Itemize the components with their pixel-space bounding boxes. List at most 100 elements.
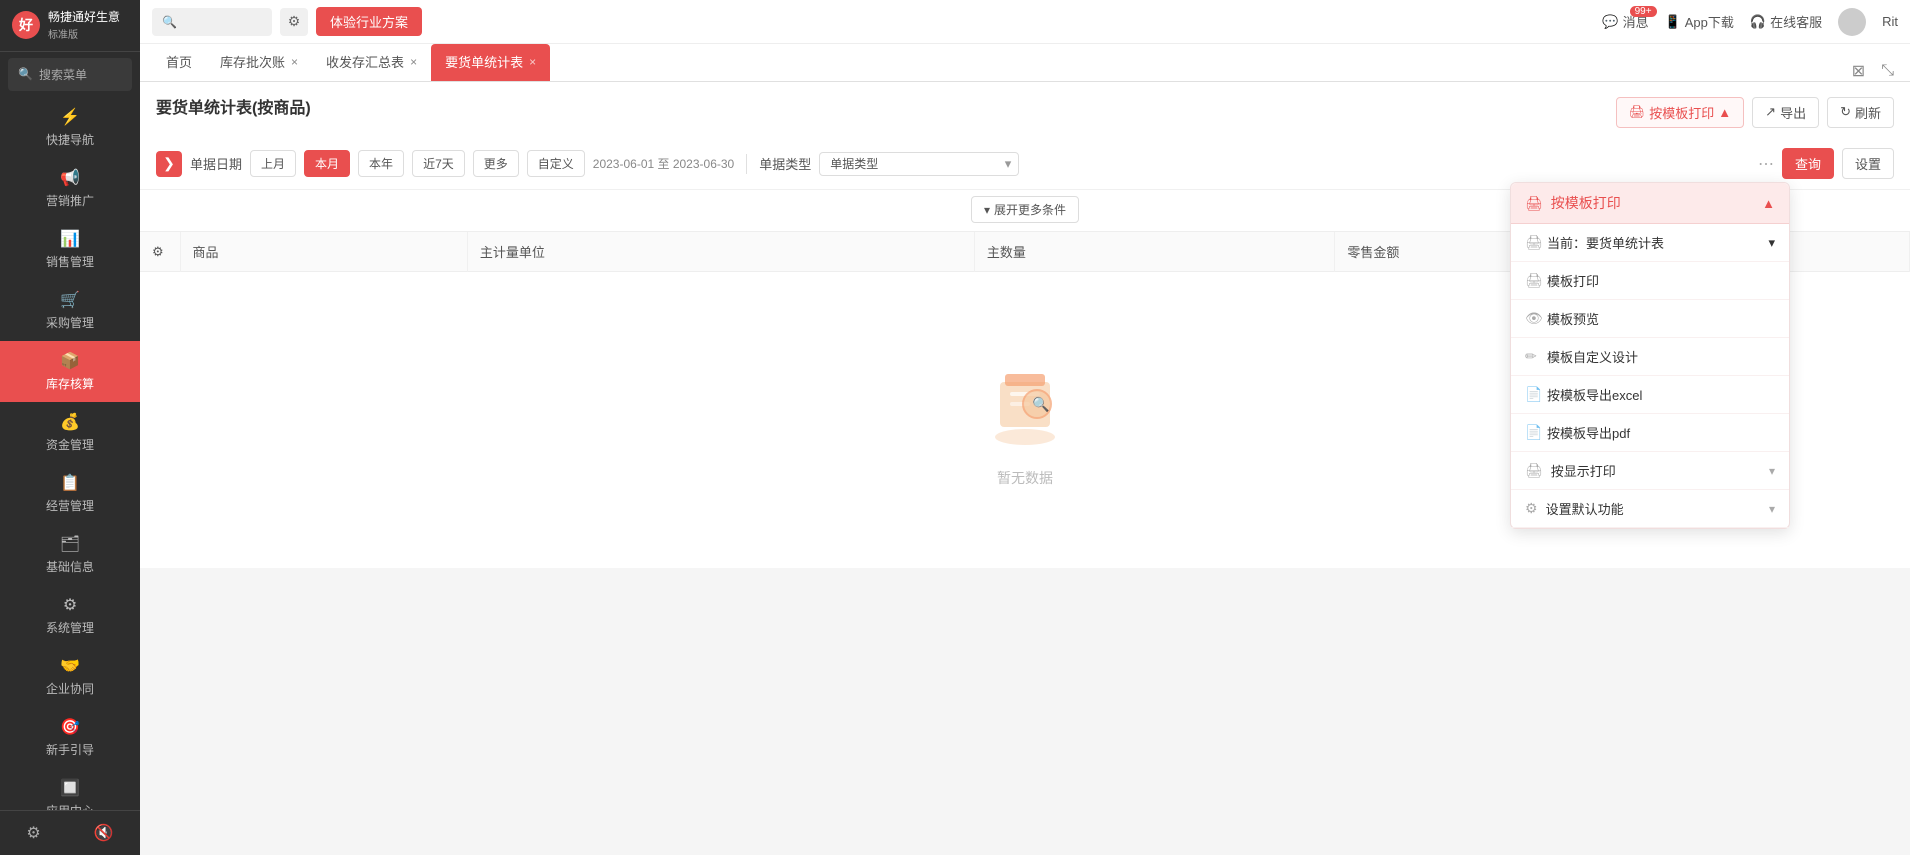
col-unit: 主计量单位 [467,232,974,272]
settings-bottom-icon[interactable]: ⚙ [26,823,40,843]
sidebar-item-label: 基础信息 [46,558,94,575]
display-print-chevron: ▾ [1769,464,1775,478]
refresh-icon: ↻ [1840,104,1851,120]
topbar-search-box[interactable]: 🔍 [152,8,272,36]
app-download-label: App下载 [1685,12,1734,31]
date-btn-more[interactable]: 更多 [473,150,519,177]
expand-label: 展开更多条件 [994,201,1066,218]
sidebar-item-quick-nav[interactable]: ⚡ 快捷导航 [0,97,140,158]
dropdown-up-chevron[interactable]: ▲ [1762,196,1775,211]
tab-restore-btn[interactable]: ⤡ [1877,62,1898,80]
sidebar-item-sales[interactable]: 📊 销售管理 [0,219,140,280]
sidebar-item-label: 营销推广 [46,192,94,209]
tab-order-stats-close[interactable]: × [529,55,536,69]
default-func-chevron: ▾ [1769,502,1775,516]
date-btn-custom[interactable]: 自定义 [527,150,585,177]
sidebar-item-operations[interactable]: 📋 经营管理 [0,463,140,524]
dropdown-controls: ▲ [1762,196,1775,211]
trial-btn[interactable]: 体验行业方案 [316,7,422,36]
date-btn-this-year[interactable]: 本年 [358,150,404,177]
svg-text:🔍: 🔍 [1032,395,1049,413]
dropdown-default-func[interactable]: ⚙ 设置默认功能 ▾ [1511,490,1789,528]
query-btn[interactable]: 查询 [1782,148,1834,179]
dropdown-export-pdf[interactable]: 📄 按模板导出pdf [1511,414,1789,452]
message-icon: 💬 [1602,14,1618,30]
export-icon: ↗ [1765,104,1776,120]
message-badge: 99+ [1630,6,1657,17]
settings-btn[interactable]: 设置 [1842,148,1894,179]
dropdown-header: 🖨 按模板打印 ▲ [1511,183,1789,224]
export-btn[interactable]: ↗ 导出 [1752,97,1819,128]
type-filter-label: 单据类型 [759,154,811,173]
app-download-btn[interactable]: 📱 App下载 [1665,12,1734,31]
sidebar-item-inventory[interactable]: 📦 库存核算 [0,341,140,402]
display-print-label: 按显示打印 [1551,461,1616,480]
print-btn-label: 按模板打印 [1649,103,1714,122]
more-options-icon[interactable]: ⋯ [1758,154,1774,174]
tab-receipt-summary[interactable]: 收发存汇总表 × [312,44,431,81]
expand-conditions-btn[interactable]: ▾ 展开更多条件 [971,196,1079,223]
online-service-label: 在线客服 [1770,12,1822,31]
empty-text: 暂无数据 [997,468,1053,488]
tab-batch-account[interactable]: 库存批次账 × [206,44,312,81]
type-select[interactable]: 单据类型 要货单 [819,152,1019,176]
col-product: 商品 [180,232,467,272]
online-service-btn[interactable]: 🎧 在线客服 [1750,12,1822,31]
date-btn-7days[interactable]: 近7天 [412,150,465,177]
sidebar-item-basic[interactable]: 🗂 基础信息 [0,524,140,585]
export-excel-icon: 📄 [1525,386,1542,403]
tab-batch-account-close[interactable]: × [291,55,298,69]
sales-icon: 📊 [60,229,80,249]
sidebar-item-label: 经营管理 [46,497,94,514]
tab-home-label: 首页 [166,52,192,71]
finance-icon: 💰 [60,412,80,432]
filter-toggle-btn[interactable]: ❯ [156,151,182,177]
sidebar-item-system[interactable]: ⚙ 系统管理 [0,585,140,646]
print-chevron-icon: ▲ [1718,105,1731,120]
sidebar-item-label: 资金管理 [46,436,94,453]
topbar-right: 💬 消息 99+ 📱 App下载 🎧 在线客服 Rit [1602,8,1898,36]
template-preview-icon: 👁 [1525,310,1543,327]
search-icon: 🔍 [18,67,33,81]
date-btn-last-month[interactable]: 上月 [250,150,296,177]
mute-icon[interactable]: 🔇 [94,823,114,843]
col-settings[interactable]: ⚙ [140,232,180,272]
template-design-label: 模板自定义设计 [1547,347,1638,366]
dropdown-template-design[interactable]: ✏ 模板自定义设计 [1511,338,1789,376]
topbar-gear-btn[interactable]: ⚙ [280,8,308,36]
dropdown-template-preview[interactable]: 👁 模板预览 [1511,300,1789,338]
date-btn-this-month[interactable]: 本月 [304,150,350,177]
export-excel-label: 按模板导出excel [1547,385,1642,404]
print-template-btn[interactable]: 🖨 按模板打印 ▲ [1616,97,1744,128]
export-btn-label: 导出 [1780,103,1806,122]
template-print-label: 模板打印 [1547,271,1599,290]
service-icon: 🎧 [1750,14,1766,30]
tab-home[interactable]: 首页 [152,44,206,81]
current-item-icon: 🖨 [1525,234,1543,251]
sidebar-item-apps[interactable]: 🔲 应用中心 [0,768,140,810]
app-badge: 标准版 [48,26,120,41]
tab-order-stats-label: 要货单统计表 [445,52,523,71]
sidebar-search[interactable]: 🔍 搜索菜单 [8,58,132,91]
tab-order-stats[interactable]: 要货单统计表 × [431,44,550,81]
sidebar-item-finance[interactable]: 💰 资金管理 [0,402,140,463]
sidebar-item-enterprise[interactable]: 🤝 企业协同 [0,646,140,707]
tabs-right: ⊠ ⤡ [1848,61,1898,81]
tab-receipt-summary-close[interactable]: × [410,55,417,69]
dropdown-template-print[interactable]: 🖨 模板打印 [1511,262,1789,300]
refresh-btn[interactable]: ↻ 刷新 [1827,97,1894,128]
sidebar-item-marketing[interactable]: 📢 营销推广 [0,158,140,219]
basic-icon: 🗂 [60,534,80,554]
tab-maximize-btn[interactable]: ⊠ [1848,61,1869,81]
sidebar-item-label: 采购管理 [46,314,94,331]
dropdown-current-item[interactable]: 🖨 当前：要货单统计表 ▾ [1511,224,1789,262]
username: Rit [1882,14,1898,29]
dropdown-export-excel[interactable]: 📄 按模板导出excel [1511,376,1789,414]
dropdown-display-print[interactable]: 🖨 按显示打印 ▾ [1511,452,1789,490]
sidebar-item-purchase[interactable]: 🛒 采购管理 [0,280,140,341]
dropdown-title-area: 🖨 按模板打印 [1525,193,1621,213]
sidebar-item-label: 企业协同 [46,680,94,697]
message-btn[interactable]: 💬 消息 99+ [1602,12,1648,31]
avatar[interactable] [1838,8,1866,36]
sidebar-item-newbie[interactable]: 🎯 新手引导 [0,707,140,768]
